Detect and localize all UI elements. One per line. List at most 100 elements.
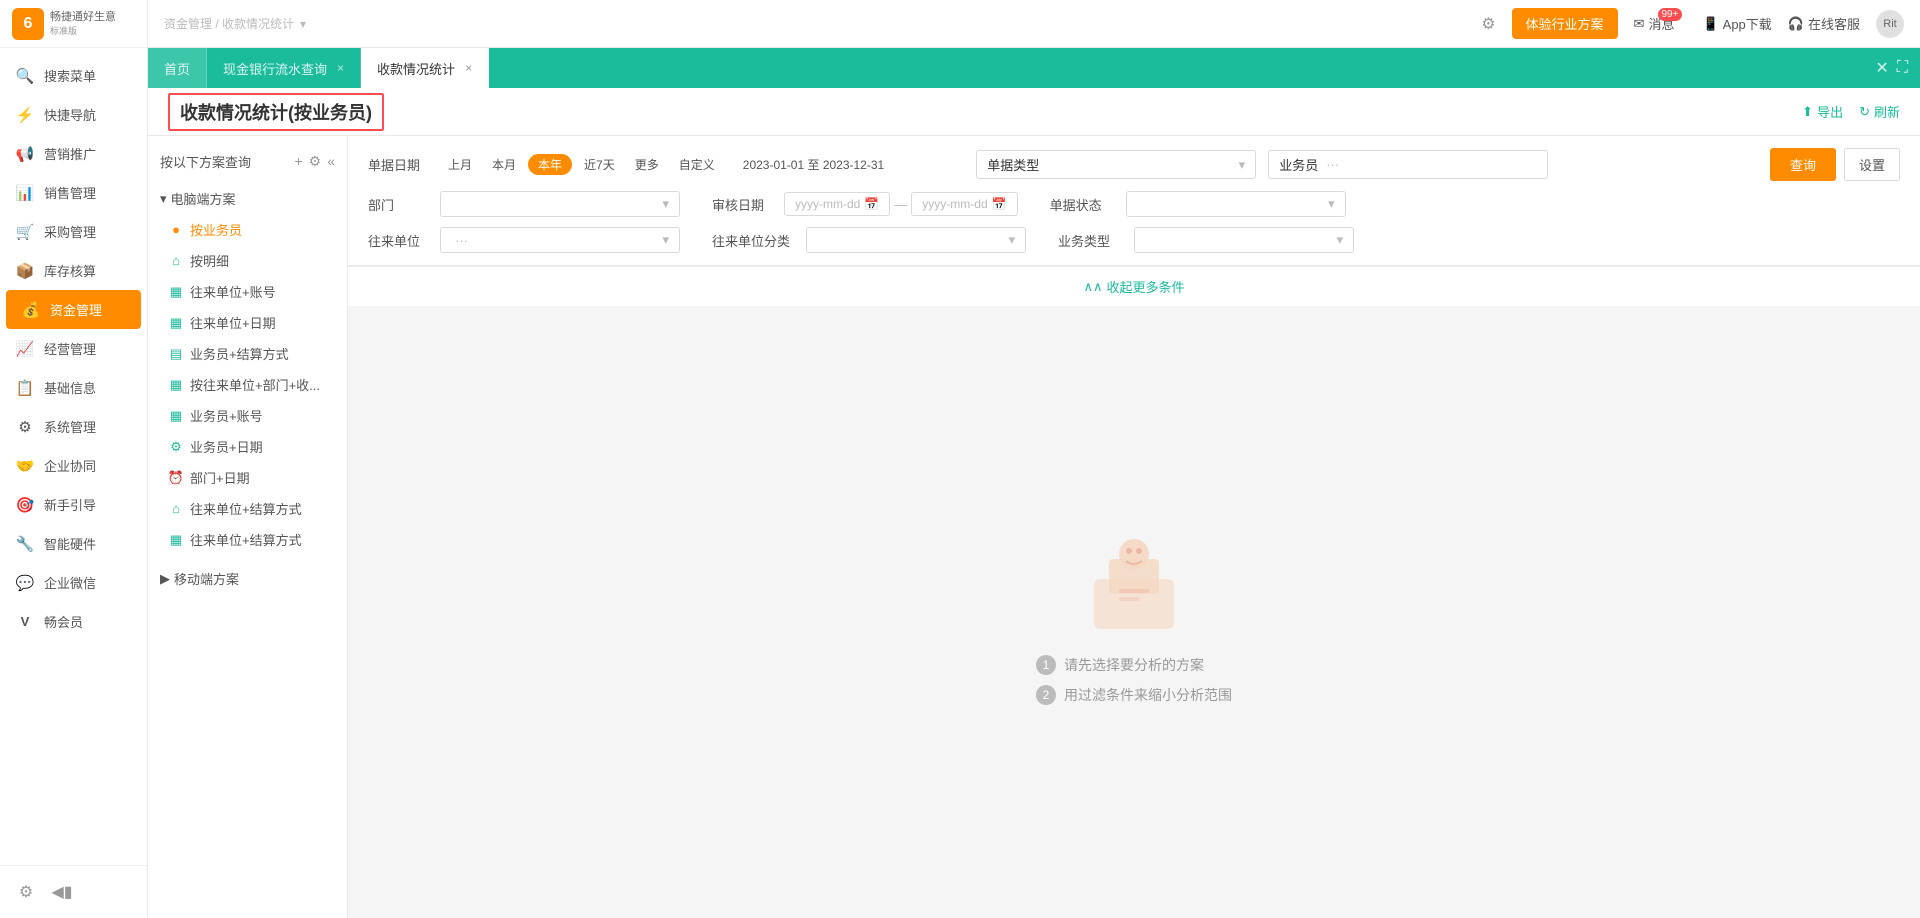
filter-row-dept: 部门 ▾ 审核日期 yyyy-mm-dd 📅 — [368,191,1900,217]
date-placeholder-end: yyyy-mm-dd [922,197,987,211]
sidebar-item-member[interactable]: V 畅会员 [0,602,147,641]
date-tab-this-year[interactable]: 本年 [528,154,572,175]
record-type-label: 单据类型 [987,155,1039,174]
sidebar-item-guide[interactable]: 🎯 新手引导 [0,485,147,524]
breadcrumb: 资金管理 / 收款情况统计 ▾ [164,15,1469,32]
review-date-start[interactable]: yyyy-mm-dd 📅 [784,192,890,216]
tree-item-staff-date[interactable]: ⚙ 业务员+日期 [156,431,347,462]
tree-item-label: 业务员+日期 [190,437,263,456]
calendar-icon-end: 📅 [992,197,1007,211]
staff-select[interactable]: 业务员 ··· [1268,150,1548,179]
wechat-icon: 💬 [16,574,34,592]
sidebar-item-enterprise[interactable]: 🤝 企业协同 [0,446,147,485]
tab-maximize-icon[interactable]: ⛶ [1897,59,1908,77]
online-service-btn[interactable]: 🎧 在线客服 [1788,14,1860,33]
sidebar-item-sales[interactable]: 📊 销售管理 [0,173,147,212]
collapse-icon: ∧∧ [1083,279,1102,295]
partner-arrow: ▾ [662,232,669,248]
refresh-button[interactable]: ↻ 刷新 [1859,102,1900,121]
sidebar-collapse-btn[interactable]: ◀▮ [48,878,76,906]
tab-receipt-stats[interactable]: 收款情况统计 × [361,48,489,88]
tree-item-icon: ▦ [168,377,184,393]
date-label: 单据日期 [368,155,428,174]
sidebar-item-basic[interactable]: 📋 基础信息 [0,368,147,407]
right-panel: 单据日期 上月 本月 本年 近7天 更多 自定义 2023-01-01 至 20… [348,136,1920,918]
sidebar-bottom: ⚙ ◀▮ [0,865,147,918]
app-download-btn[interactable]: 📱 App下载 [1702,14,1771,33]
dept-label: 部门 [368,195,428,214]
sidebar-item-system[interactable]: ⚙ 系统管理 [0,407,147,446]
tab-close-all-icon[interactable]: ✕ [1875,58,1888,78]
tree-item-detail[interactable]: ⌂ 按明细 [156,245,347,276]
tree-item-label: 业务员+结算方式 [190,344,289,363]
sidebar-item-finance[interactable]: 💰 资金管理 [6,290,141,329]
trial-button[interactable]: 体验行业方案 [1512,8,1618,39]
partner-select[interactable]: ··· ▾ [440,227,680,253]
tree-item-label: 业务员+账号 [190,406,263,425]
date-tab-this-month[interactable]: 本月 [484,154,524,175]
tree-item-partner-dept[interactable]: ▦ 按往来单位+部门+收... [156,369,347,400]
tab-bank-flow[interactable]: 现金银行流水查询 × [207,48,361,88]
tree-item-staff-settlement[interactable]: ▤ 业务员+结算方式 [156,338,347,369]
date-tab-7days[interactable]: 近7天 [576,154,623,175]
panel-header-icons: + ⚙ « [294,153,335,170]
sidebar-item-purchase[interactable]: 🛒 采购管理 [0,212,147,251]
breadcrumb-arrow: ▾ [300,17,306,31]
finance-icon: 💰 [22,301,40,319]
tree-item-staff-account[interactable]: ▦ 业务员+账号 [156,400,347,431]
query-button[interactable]: 查询 [1770,148,1836,181]
filter-actions: 查询 设置 [1770,148,1900,181]
tab-receipt-stats-close[interactable]: × [465,61,472,75]
sidebar-item-label: 资金管理 [50,300,102,319]
date-tab-last-month[interactable]: 上月 [440,154,480,175]
tree-item-partner-account[interactable]: ▦ 往来单位+账号 [156,276,347,307]
member-icon: V [16,613,34,631]
tree-item-dept-date[interactable]: ⏰ 部门+日期 [156,462,347,493]
tree-mobile-section: ▶ 移动端方案 [148,559,347,598]
tab-bank-flow-close[interactable]: × [337,61,344,75]
topbar-settings-icon[interactable]: ⚙ [1481,14,1495,34]
inventory-icon: 📦 [16,262,34,280]
biz-type-select[interactable]: ▾ [1134,227,1354,253]
export-button[interactable]: ⬆ 导出 [1802,102,1843,121]
collapse-bar[interactable]: ∧∧ 收起更多条件 [348,266,1920,306]
dept-select[interactable]: ▾ [440,191,680,217]
record-status-select[interactable]: ▾ [1126,191,1346,217]
filter-row-date: 单据日期 上月 本月 本年 近7天 更多 自定义 2023-01-01 至 20… [368,148,1900,181]
sidebar-item-marketing[interactable]: 📢 营销推广 [0,134,147,173]
tree-mobile-header[interactable]: ▶ 移动端方案 [148,563,347,594]
marketing-icon: 📢 [16,145,34,163]
review-date-end[interactable]: yyyy-mm-dd 📅 [911,192,1017,216]
sidebar-item-inventory[interactable]: 📦 库存核算 [0,251,147,290]
panel-settings-icon[interactable]: ⚙ [309,153,322,170]
sidebar-item-search[interactable]: 🔍 搜索菜单 [0,56,147,95]
tree-item-staff[interactable]: ● 按业务员 [156,214,347,245]
tree-item-partner-date[interactable]: ▦ 往来单位+日期 [156,307,347,338]
tree-item-partner-settlement2[interactable]: ▦ 往来单位+结算方式 [156,524,347,555]
settings-button[interactable]: 设置 [1844,148,1900,181]
sidebar-item-label: 经营管理 [44,339,96,358]
sidebar-item-hardware[interactable]: 🔧 智能硬件 [0,524,147,563]
messages-btn[interactable]: ✉ 消息 99+ [1634,14,1675,33]
staff-label: 业务员 [1279,155,1318,174]
biz-type-arrow: ▾ [1336,232,1343,248]
sidebar-item-label: 企业微信 [44,573,96,592]
tree-desktop-header[interactable]: ▾ 电脑端方案 [148,183,347,214]
sidebar-item-quick-nav[interactable]: ⚡ 快捷导航 [0,95,147,134]
record-type-select[interactable]: 单据类型 ▾ [976,150,1256,179]
date-tab-custom[interactable]: 自定义 [671,154,723,175]
tree-item-partner-settlement1[interactable]: ⌂ 往来单位+结算方式 [156,493,347,524]
tree-expand-icon: ▾ [160,191,167,207]
panel-collapse-icon[interactable]: « [327,153,335,170]
date-tab-more[interactable]: 更多 [627,154,667,175]
sidebar-item-label: 系统管理 [44,417,96,436]
sidebar-item-operations[interactable]: 📈 经营管理 [0,329,147,368]
panel-add-icon[interactable]: + [294,153,302,170]
partner-category-label: 往来单位分类 [712,231,790,250]
tab-home[interactable]: 首页 [148,48,207,88]
partner-category-select[interactable]: ▾ [806,227,1026,253]
user-avatar[interactable]: Rit [1876,10,1904,38]
tree-item-label: 往来单位+结算方式 [190,499,302,518]
sidebar-settings-btn[interactable]: ⚙ [12,878,40,906]
sidebar-item-wechat[interactable]: 💬 企业微信 [0,563,147,602]
